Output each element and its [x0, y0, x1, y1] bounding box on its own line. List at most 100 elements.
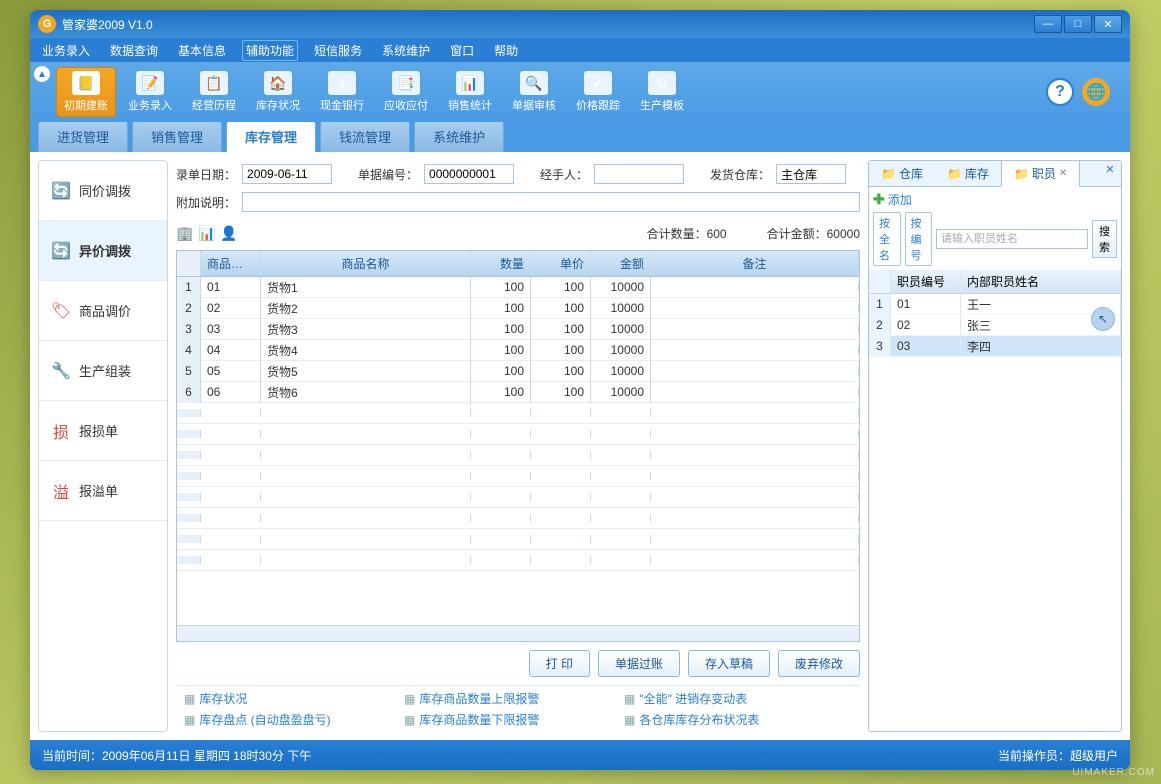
- sidebar-item-3[interactable]: 🔧生产组装: [39, 341, 167, 401]
- grid-icon-b[interactable]: 📊: [198, 224, 216, 242]
- note-input[interactable]: [242, 192, 860, 212]
- filter-code-button[interactable]: 按编号: [905, 212, 933, 266]
- menu-0[interactable]: 业务录入: [38, 40, 94, 61]
- sidebar-item-0[interactable]: 🔄同价调拨: [39, 161, 167, 221]
- rp-row[interactable]: 202张三: [869, 315, 1121, 336]
- sidebar-item-1[interactable]: 🔄异价调拨: [39, 221, 167, 281]
- statusbar: 当前时间：2009年06月11日 星期四 18时30分 下午 当前操作员：超级用…: [30, 740, 1130, 770]
- grid-row-empty[interactable]: [177, 445, 859, 466]
- toolbar-9[interactable]: ⚙生产模板: [632, 67, 692, 117]
- grid-header-6[interactable]: 备注: [651, 251, 859, 276]
- link-2[interactable]: ▦"全能" 进销存变动表: [624, 690, 804, 707]
- toolbar-4[interactable]: ¥现金银行: [312, 67, 372, 117]
- grid-header-3[interactable]: 数量: [471, 251, 531, 276]
- link-4[interactable]: ▦库存商品数量下限报警: [404, 711, 584, 728]
- close-button[interactable]: ✕: [1094, 15, 1122, 33]
- toolbar-3[interactable]: 🏠库存状况: [248, 67, 308, 117]
- link-3[interactable]: ▦库存盘点 (自动盘盈盘亏): [184, 711, 364, 728]
- toolbar-6[interactable]: 📊销售统计: [440, 67, 500, 117]
- globe-icon[interactable]: 🌐: [1082, 78, 1110, 106]
- toolbar-0[interactable]: 📒初期建账: [56, 67, 116, 117]
- link-5[interactable]: ▦各仓库库存分布状况表: [624, 711, 804, 728]
- grid-row-empty[interactable]: [177, 466, 859, 487]
- grid-row-empty[interactable]: [177, 487, 859, 508]
- menu-6[interactable]: 窗口: [446, 40, 478, 61]
- total-qty-value: 600: [707, 227, 727, 241]
- main-tab-1[interactable]: 销售管理: [132, 120, 222, 152]
- toolbar-5[interactable]: 📑应收应付: [376, 67, 436, 117]
- link-1[interactable]: ▦库存商品数量上限报警: [404, 690, 584, 707]
- action-2[interactable]: 存入草稿: [688, 650, 770, 677]
- grid-header-2[interactable]: 商品名称: [261, 251, 471, 276]
- grid-row-empty[interactable]: [177, 424, 859, 445]
- grid-row-empty[interactable]: [177, 508, 859, 529]
- note-label: 附加说明：: [176, 194, 236, 211]
- person-icon[interactable]: 👤: [220, 224, 238, 242]
- main-tab-4[interactable]: 系统维护: [414, 120, 504, 152]
- grid-header-5[interactable]: 金额: [591, 251, 651, 276]
- menu-2[interactable]: 基本信息: [174, 40, 230, 61]
- h-scrollbar[interactable]: [177, 625, 859, 641]
- handler-label: 经手人：: [540, 166, 588, 183]
- search-input[interactable]: [936, 229, 1088, 249]
- maximize-button[interactable]: □: [1064, 15, 1092, 33]
- date-label: 录单日期：: [176, 166, 236, 183]
- doc-no-input[interactable]: [424, 164, 514, 184]
- menu-1[interactable]: 数据查询: [106, 40, 162, 61]
- rp-row[interactable]: 303李四: [869, 336, 1121, 357]
- menu-5[interactable]: 系统维护: [378, 40, 434, 61]
- toolbar-2[interactable]: 📋经营历程: [184, 67, 244, 117]
- menubar: 业务录入数据查询基本信息辅助功能短信服务系统维护窗口帮助: [30, 38, 1130, 62]
- warehouse-input[interactable]: [776, 164, 846, 184]
- menu-7[interactable]: 帮助: [490, 40, 522, 61]
- pointer-up-icon[interactable]: ↖: [1091, 307, 1115, 331]
- rp-header-1[interactable]: 职员编号: [891, 270, 961, 293]
- rp-row[interactable]: 101王一: [869, 294, 1121, 315]
- toolbar-7[interactable]: 🔍单据审核: [504, 67, 564, 117]
- rp-tab-1[interactable]: 📁库存: [935, 161, 1001, 186]
- menu-3[interactable]: 辅助功能: [242, 40, 298, 61]
- action-0[interactable]: 打 印: [529, 650, 590, 677]
- main-tab-0[interactable]: 进货管理: [38, 120, 128, 152]
- grid-row-empty[interactable]: [177, 550, 859, 571]
- collapse-toolbar-icon[interactable]: ▲: [34, 66, 50, 82]
- add-button[interactable]: ✚添加: [873, 191, 912, 208]
- grid-header-0[interactable]: [177, 251, 201, 276]
- toolbar-1[interactable]: 📝业务录入: [120, 67, 180, 117]
- handler-input[interactable]: [594, 164, 684, 184]
- total-amt-value: 60000: [827, 227, 860, 241]
- filter-fullname-button[interactable]: 按全名: [873, 212, 901, 266]
- grid-row-empty[interactable]: [177, 529, 859, 550]
- grid-icon-a[interactable]: 🏢: [176, 224, 194, 242]
- main-tab-3[interactable]: 钱流管理: [320, 120, 410, 152]
- grid-header-1[interactable]: 商品编号: [201, 251, 261, 276]
- minimize-button[interactable]: —: [1034, 15, 1062, 33]
- grid-row-empty[interactable]: [177, 403, 859, 424]
- tab-close-icon[interactable]: ✕: [1059, 168, 1067, 179]
- grid-link-icon: ▦: [404, 713, 415, 727]
- action-1[interactable]: 单据过账: [598, 650, 680, 677]
- panel-close-icon[interactable]: ✕: [1103, 163, 1117, 177]
- grid-link-icon: ▦: [404, 692, 415, 706]
- folder-icon: 📁: [881, 167, 896, 181]
- date-input[interactable]: [242, 164, 332, 184]
- plus-icon: ✚: [873, 191, 885, 208]
- action-3[interactable]: 废弃修改: [778, 650, 860, 677]
- main-tabs: 进货管理销售管理库存管理钱流管理系统维护: [30, 122, 1130, 152]
- search-button[interactable]: 搜索: [1092, 220, 1117, 258]
- link-0[interactable]: ▦库存状况: [184, 690, 364, 707]
- grid-row[interactable]: 606货物610010010000: [177, 382, 859, 403]
- sidebar-item-2[interactable]: 🏷商品调价: [39, 281, 167, 341]
- help-icon[interactable]: ?: [1046, 78, 1074, 106]
- grid-header-4[interactable]: 单价: [531, 251, 591, 276]
- sidebar-item-4[interactable]: 损报损单: [39, 401, 167, 461]
- rp-tab-0[interactable]: 📁仓库: [869, 161, 935, 186]
- rp-tab-2[interactable]: 📁职员✕: [1001, 161, 1080, 187]
- rp-header-0[interactable]: [869, 270, 891, 293]
- main-tab-2[interactable]: 库存管理: [226, 120, 316, 152]
- warehouse-label: 发货仓库：: [710, 166, 770, 183]
- sidebar-item-5[interactable]: 溢报溢单: [39, 461, 167, 521]
- menu-4[interactable]: 短信服务: [310, 40, 366, 61]
- toolbar-8[interactable]: ✔价格跟踪: [568, 67, 628, 117]
- rp-header-2[interactable]: 内部职员姓名: [961, 270, 1121, 293]
